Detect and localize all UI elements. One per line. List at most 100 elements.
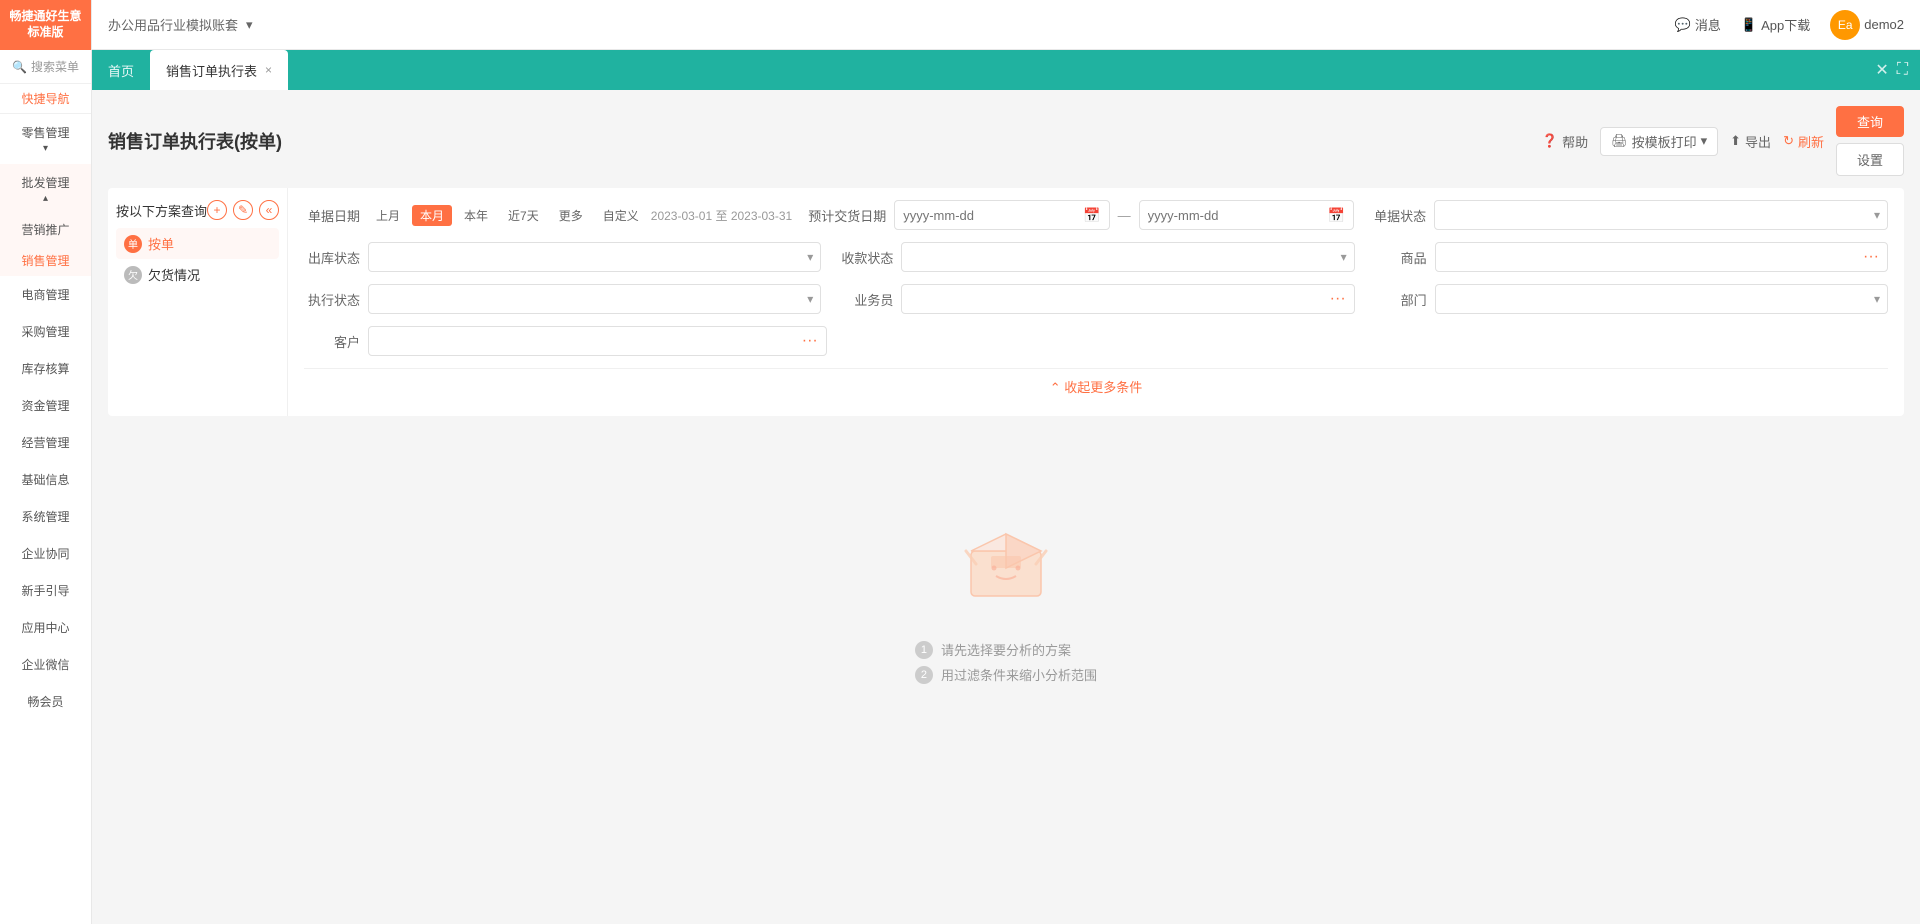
sidebar-item-corp[interactable]: 企业协同 [0,535,91,572]
sidebar-item-marketing[interactable]: 营销推广 [0,214,91,245]
filter-row-2: 出库状态 收款状态 [304,242,1888,272]
sidebar-item-retail[interactable]: 零售管理 ▾ [0,114,91,164]
sidebar-item-ecommerce[interactable]: 电商管理 [0,276,91,313]
export-button[interactable]: ⬆ 导出 [1730,132,1771,151]
tab-sales-order-exec[interactable]: 销售订单执行表 × [150,50,288,90]
scheme-collapse-button[interactable]: « [259,200,279,220]
goods-more-icon[interactable]: ··· [1863,248,1879,266]
order-status-select[interactable] [1434,200,1888,230]
date-btn-last-month[interactable]: 上月 [368,205,408,226]
date-btn-custom[interactable]: 自定义 [595,205,647,226]
quick-nav[interactable]: 快捷导航 [0,84,91,114]
empty-tips: 1 请先选择要分析的方案 2 用过滤条件来缩小分析范围 [915,640,1097,684]
salesperson-input-field[interactable] [910,292,1325,307]
user-profile[interactable]: Ea demo2 [1830,10,1904,40]
scheme-edit-button[interactable]: ✎ [233,200,253,220]
topbar-left: 办公用品行业模拟账套 ▾ [108,15,253,34]
date-btn-last7days[interactable]: 近7天 [500,205,547,226]
sidebar-item-purchase[interactable]: 采购管理 [0,313,91,350]
tab-close-icon[interactable]: × [265,63,272,77]
customer-more-icon[interactable]: ··· [802,332,818,350]
message-icon: 💬 [1675,17,1691,33]
app-download-button[interactable]: 📱 App下载 [1741,15,1810,34]
expected-date-end-input[interactable] [1148,208,1324,223]
tabbar: 首页 销售订单执行表 × ✕ ⛶ [92,50,1920,90]
close-window-icon[interactable]: ✕ [1875,60,1888,80]
page-header: 销售订单执行表(按单) ❓ 帮助 🖨 按模板打印 ▾ ⬆ 导出 ↻ 刷新 [108,106,1904,176]
sidebar-item-wholesale[interactable]: 批发管理 ▴ [0,164,91,214]
date-btn-more[interactable]: 更多 [551,205,591,226]
date-range-hint: 2023-03-01 至 2023-03-31 [651,207,792,224]
sidebar-item-inventory[interactable]: 库存核算 [0,350,91,387]
sidebar-item-system[interactable]: 系统管理 [0,498,91,535]
sidebar-search[interactable]: 🔍 搜索菜单 [0,50,91,84]
sidebar-item-member[interactable]: 畅会员 [0,683,91,720]
date-separator: — [1118,208,1131,223]
exec-status-label: 执行状态 [304,290,360,309]
salesperson-more-icon[interactable]: ··· [1330,290,1346,308]
sidebar-item-appstore[interactable]: 应用中心 [0,609,91,646]
sidebar-item-sales[interactable]: 销售管理 [0,245,91,276]
tabbar-actions: ✕ ⛶ [1875,60,1920,80]
help-icon: ❓ [1542,133,1558,149]
dept-select[interactable] [1435,284,1888,314]
sidebar-item-base[interactable]: 基础信息 [0,461,91,498]
tab-home[interactable]: 首页 [92,50,150,90]
refresh-button[interactable]: ↻ 刷新 [1783,132,1824,151]
date-btn-this-month[interactable]: 本月 [412,205,452,226]
filter-item-stock-status: 出库状态 [304,242,821,272]
sidebar-item-finance[interactable]: 资金管理 [0,387,91,424]
print-button[interactable]: 🖨 按模板打印 ▾ [1600,127,1718,156]
filter-item-exec-status: 执行状态 [304,284,821,314]
customer-label: 客户 [304,332,360,351]
payment-status-select[interactable] [901,242,1354,272]
goods-input-field[interactable] [1444,250,1859,265]
export-icon: ⬆ [1730,133,1741,149]
settings-button[interactable]: 设置 [1836,143,1904,176]
app-dropdown-icon[interactable]: ▾ [246,17,253,33]
sidebar-item-wechat[interactable]: 企业微信 [0,646,91,683]
message-button[interactable]: 💬 消息 [1675,15,1721,34]
tip-num-2: 2 [915,666,933,684]
date-btn-this-year[interactable]: 本年 [456,205,496,226]
empty-tip-2: 2 用过滤条件来缩小分析范围 [915,665,1097,684]
filter-row-3: 执行状态 业务员 ··· [304,284,1888,314]
calendar-start-icon[interactable]: 📅 [1083,207,1100,224]
calendar-end-icon[interactable]: 📅 [1328,207,1345,224]
query-btn-group: 查询 设置 [1836,106,1904,176]
customer-input-field[interactable] [377,334,798,349]
salesperson-input: ··· [901,284,1354,314]
filter-panel: 按以下方案查询 + ✎ « 单 按单 欠 欠货情况 [108,188,1904,416]
filter-item-expected-date: 预计交货日期 📅 — 📅 [808,200,1354,230]
exec-status-select[interactable] [368,284,821,314]
empty-state: 1 请先选择要分析的方案 2 用过滤条件来缩小分析范围 [108,416,1904,764]
print-dropdown-icon[interactable]: ▾ [1701,133,1708,149]
app-logo: 畅捷通好生意 标准版 [0,0,91,50]
refresh-icon: ↻ [1783,133,1794,149]
stock-status-select[interactable] [368,242,821,272]
maximize-window-icon[interactable]: ⛶ [1897,61,1908,79]
goods-label: 商品 [1371,248,1427,267]
filter-item-goods: 商品 ··· [1371,242,1888,272]
scheme-add-button[interactable]: + [207,200,227,220]
filter-area: 单据日期 上月 本月 本年 近7天 更多 自定义 2023-03-01 至 20… [288,188,1904,416]
sidebar-item-ops[interactable]: 经营管理 [0,424,91,461]
filter-row-4: 客户 ··· [304,326,1888,356]
help-button[interactable]: ❓ 帮助 [1542,132,1588,151]
filter-item-order-status: 单据状态 [1370,200,1888,230]
sidebar-item-newbie[interactable]: 新手引导 [0,572,91,609]
chevron-up-icon: ▴ [43,193,48,204]
query-button[interactable]: 查询 [1836,106,1904,137]
topbar: 办公用品行业模拟账套 ▾ 💬 消息 📱 App下载 Ea demo2 [92,0,1920,50]
print-icon: 🖨 [1611,133,1628,149]
scheme-item-debt[interactable]: 欠 欠货情况 [116,259,279,290]
scheme-header-actions: + ✎ « [207,200,279,220]
stock-status-label: 出库状态 [304,248,360,267]
page-title: 销售订单执行表(按单) [108,128,282,154]
expected-date-start-input[interactable] [903,208,1079,223]
collapse-conditions-button[interactable]: ⌃ 收起更多条件 [304,368,1888,404]
scheme-item-by-order[interactable]: 单 按单 [116,228,279,259]
wholesale-submenu: 营销推广 销售管理 [0,214,91,276]
filter-item-salesperson: 业务员 ··· [837,284,1354,314]
scheme-header: 按以下方案查询 + ✎ « [116,200,279,220]
